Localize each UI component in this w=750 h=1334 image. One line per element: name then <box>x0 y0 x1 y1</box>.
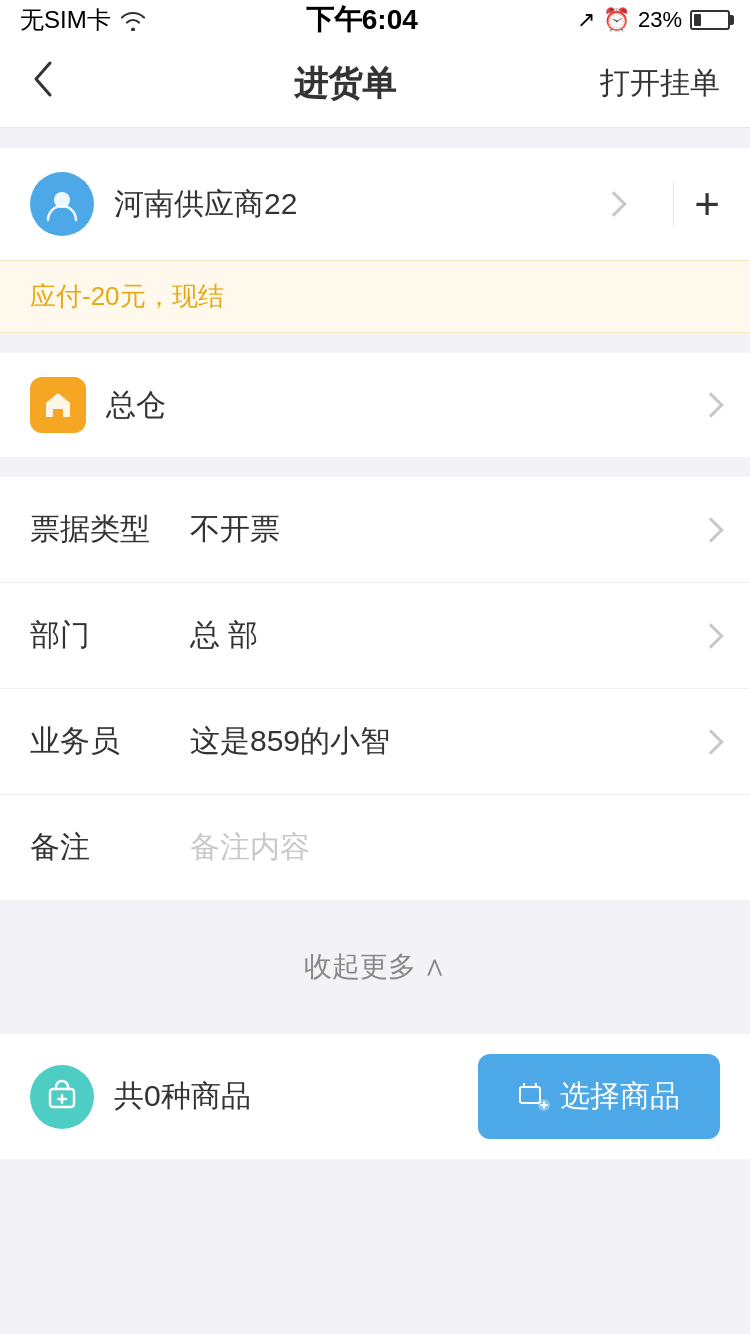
gap-3 <box>0 457 750 477</box>
warehouse-name: 总仓 <box>106 385 702 426</box>
warehouse-icon <box>30 377 86 433</box>
alarm-icon: ⏰ <box>603 7 630 33</box>
open-pending-button[interactable]: 打开挂单 <box>600 63 720 104</box>
remark-input[interactable]: 备注内容 <box>190 827 720 868</box>
collapse-bar[interactable]: 收起更多 ∧ <box>0 920 750 1014</box>
battery-icon <box>690 10 730 30</box>
notice-text: 应付-20元，现结 <box>30 281 224 311</box>
gap-5 <box>0 1014 750 1034</box>
status-time: 下午6:04 <box>306 1 418 39</box>
department-row[interactable]: 部门 总 部 <box>0 583 750 689</box>
notice-bar: 应付-20元，现结 <box>0 260 750 333</box>
warehouse-arrow-icon <box>702 389 720 421</box>
supplier-section: 河南供应商22 + 应付-20元，现结 <box>0 148 750 333</box>
product-count: 共0种商品 <box>114 1076 458 1117</box>
status-bar: 无SIM卡 下午6:04 ↗ ⏰ 23% <box>0 0 750 40</box>
svg-rect-3 <box>520 1087 540 1103</box>
svg-rect-1 <box>53 409 63 417</box>
salesperson-arrow <box>702 726 720 758</box>
collapse-label: 收起更多 ∧ <box>304 951 447 982</box>
supplier-name: 河南供应商22 <box>114 184 605 225</box>
remark-row[interactable]: 备注 备注内容 <box>0 795 750 900</box>
invoice-type-arrow <box>702 514 720 546</box>
page-title: 进货单 <box>294 61 396 107</box>
supplier-avatar <box>30 172 94 236</box>
department-label: 部门 <box>30 615 190 656</box>
gap-4 <box>0 900 750 920</box>
department-arrow <box>702 620 720 652</box>
carrier-text: 无SIM卡 <box>20 4 111 36</box>
invoice-type-label: 票据类型 <box>30 509 190 550</box>
warehouse-row[interactable]: 总仓 <box>0 353 750 457</box>
invoice-type-row[interactable]: 票据类型 不开票 <box>0 477 750 583</box>
salesperson-row[interactable]: 业务员 这是859的小智 <box>0 689 750 795</box>
supplier-row[interactable]: 河南供应商22 + <box>0 148 750 260</box>
gap-1 <box>0 128 750 148</box>
select-product-label: 选择商品 <box>560 1076 680 1117</box>
form-section: 票据类型 不开票 部门 总 部 业务员 这是859的小智 备注 备注内容 <box>0 477 750 900</box>
back-button[interactable] <box>30 57 90 110</box>
nav-bar: 进货单 打开挂单 <box>0 40 750 128</box>
salesperson-label: 业务员 <box>30 721 190 762</box>
warehouse-section[interactable]: 总仓 <box>0 353 750 457</box>
gap-2 <box>0 333 750 353</box>
status-carrier: 无SIM卡 <box>20 4 147 36</box>
remark-label: 备注 <box>30 827 190 868</box>
product-bar: 共0种商品 选择商品 <box>0 1034 750 1159</box>
background-fill <box>0 1159 750 1334</box>
location-icon: ↗ <box>577 7 595 33</box>
battery-percent: 23% <box>638 7 682 33</box>
department-value: 总 部 <box>190 615 692 656</box>
wifi-icon <box>119 9 147 31</box>
product-icon <box>30 1065 94 1129</box>
select-product-button[interactable]: 选择商品 <box>478 1054 720 1139</box>
add-supplier-button[interactable]: + <box>694 182 720 226</box>
supplier-arrow-icon <box>605 188 623 220</box>
invoice-type-value: 不开票 <box>190 509 692 550</box>
supplier-divider <box>673 182 674 226</box>
salesperson-value: 这是859的小智 <box>190 721 692 762</box>
status-indicators: ↗ ⏰ 23% <box>577 7 730 33</box>
